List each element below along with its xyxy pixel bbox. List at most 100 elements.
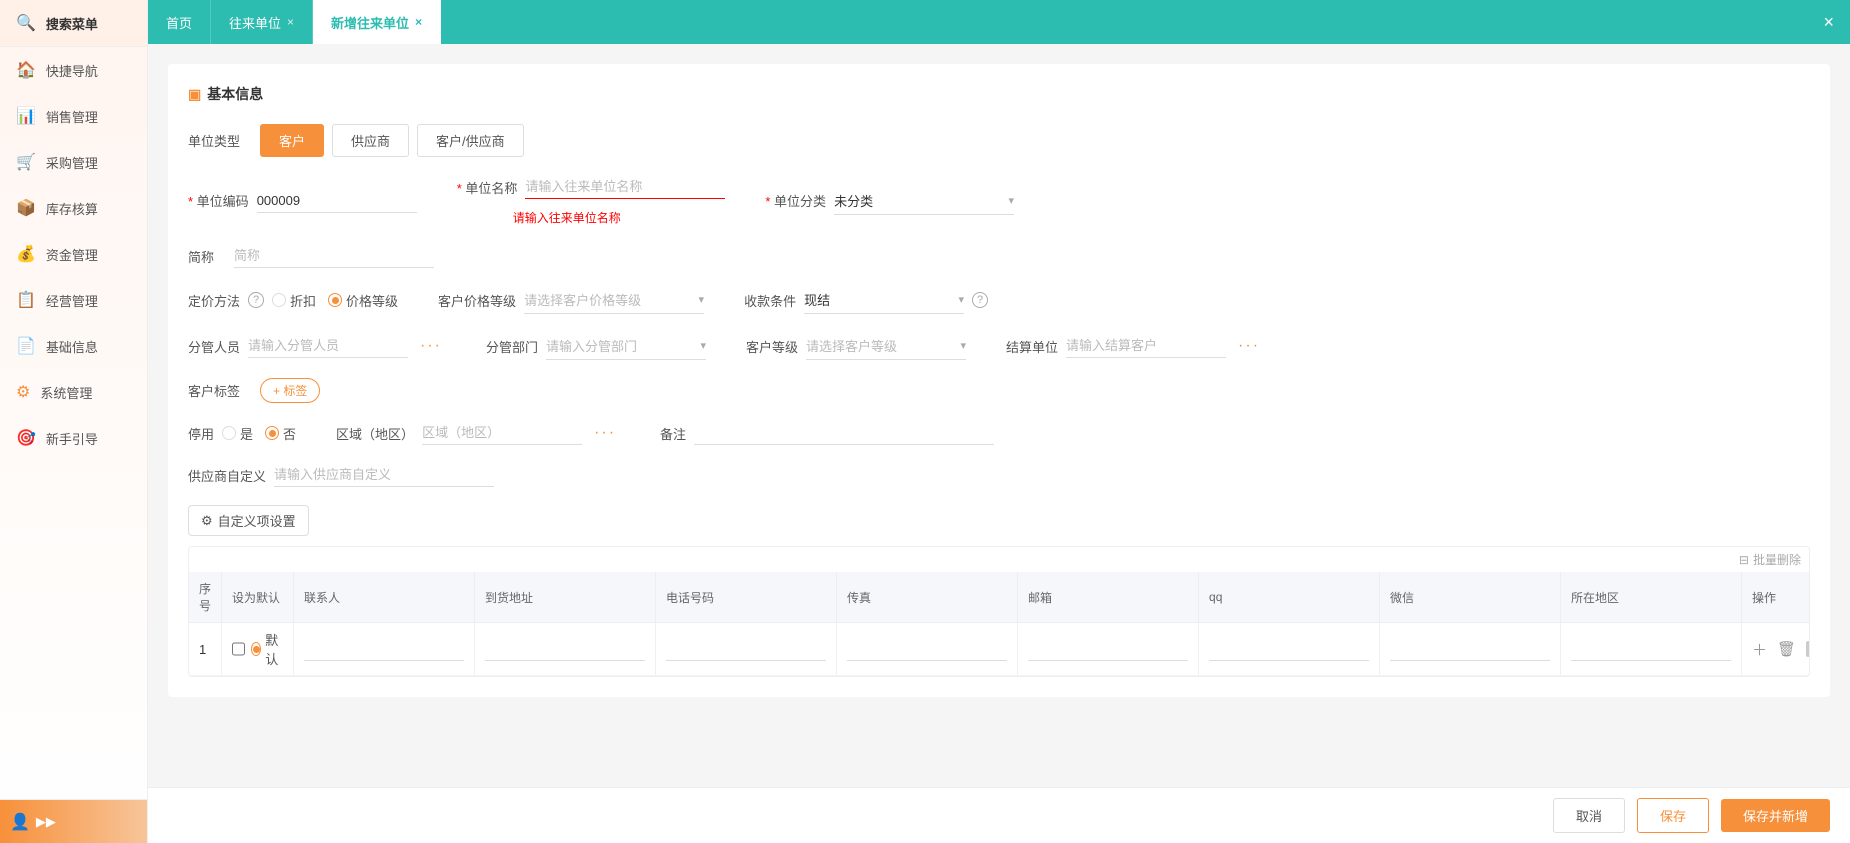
add-row-button[interactable]: ＋ <box>1752 639 1767 660</box>
region-input[interactable] <box>422 421 582 445</box>
tab-home[interactable]: 首页 <box>148 0 211 44</box>
td-fax <box>837 623 1018 676</box>
guide-icon: 🎯 <box>16 428 36 448</box>
pricing-row: 定价方法 ? 折扣 价格等级 客户价格等级 <box>188 286 1810 314</box>
radio-circle-discount <box>272 293 286 307</box>
add-tag-button[interactable]: + 标签 <box>260 378 320 403</box>
btn-both[interactable]: 客户/供应商 <box>417 124 524 157</box>
disabled-yes-radio[interactable]: 是 <box>222 424 253 443</box>
supplier-custom-input[interactable] <box>274 463 494 487</box>
unit-category-group: 单位分类 未分类 ▾ <box>765 187 1014 215</box>
sidebar-item-operation[interactable]: 📋 经营管理 <box>0 277 147 323</box>
pricing-discount-radio[interactable]: 折扣 <box>272 291 316 310</box>
sidebar-item-label: 采购管理 <box>46 153 98 172</box>
td-wechat <box>1380 623 1561 676</box>
sidebar-item-search[interactable]: 🔍 搜索菜单 <box>0 0 147 47</box>
table-row: 1 默认 <box>189 623 1810 676</box>
footer-bar: 取消 保存 保存并新增 <box>148 787 1850 843</box>
supplier-custom-row: 供应商自定义 <box>188 463 1810 487</box>
custom-settings-wrapper: ⚙ 自定义项设置 <box>188 505 1810 536</box>
payment-help-icon[interactable]: ? <box>972 292 988 308</box>
row-checkbox[interactable] <box>232 642 245 656</box>
disabled-radio-group: 是 否 <box>222 424 296 443</box>
inventory-icon: 📦 <box>16 198 36 218</box>
drag-handle[interactable] <box>1806 641 1810 657</box>
pricing-help-icon[interactable]: ? <box>248 292 264 308</box>
sidebar-item-label: 销售管理 <box>46 107 98 126</box>
tag-label: 客户标签 <box>188 381 240 400</box>
save-new-button[interactable]: 保存并新增 <box>1721 799 1830 832</box>
unit-category-select[interactable]: 未分类 ▾ <box>834 187 1014 215</box>
sidebar-item-system[interactable]: ⚙ 系统管理 <box>0 369 147 415</box>
note-input[interactable] <box>694 421 994 445</box>
save-button[interactable]: 保存 <box>1637 798 1709 833</box>
default-radio[interactable]: 默认 <box>251 630 283 668</box>
batch-delete-button[interactable]: ⊟ 批量删除 <box>1739 551 1801 568</box>
cancel-button[interactable]: 取消 <box>1553 798 1625 833</box>
unit-name-input[interactable] <box>525 175 725 199</box>
btn-supplier[interactable]: 供应商 <box>332 124 409 157</box>
unit-code-input[interactable] <box>257 189 417 213</box>
qq-input[interactable] <box>1209 637 1369 661</box>
disabled-no-radio[interactable]: 否 <box>265 424 296 443</box>
contact-table-wrapper: ⊟ 批量删除 序号 设为默认 联系人 到货地址 电话号码 传真 邮箱 <box>188 546 1810 677</box>
tab-add-unit[interactable]: 新增往来单位 × <box>313 0 441 44</box>
phone-input[interactable] <box>666 637 826 661</box>
pricing-grade-radio[interactable]: 价格等级 <box>328 291 398 310</box>
tab-add-unit-close[interactable]: × <box>415 15 422 29</box>
sidebar-item-label: 资金管理 <box>46 245 98 264</box>
delete-row-button[interactable]: 🗑 <box>1777 640 1796 658</box>
customer-price-select[interactable]: 请选择客户价格等级 ▾ <box>524 286 704 314</box>
disabled-label: 停用 <box>188 424 214 443</box>
sidebar-item-label: 基础信息 <box>46 337 98 356</box>
sidebar-item-label: 系统管理 <box>40 383 92 402</box>
sidebar-item-guide[interactable]: 🎯 新手引导 <box>0 415 147 461</box>
unit-name-group: 单位名称 请输入往来单位名称 <box>457 175 726 226</box>
fax-input[interactable] <box>847 637 1007 661</box>
sidebar-item-basic[interactable]: 📄 基础信息 <box>0 323 147 369</box>
tab-add-unit-label: 新增往来单位 <box>331 13 409 32</box>
email-input[interactable] <box>1028 637 1188 661</box>
short-name-input[interactable] <box>234 244 434 268</box>
sidebar-item-sales[interactable]: 📊 销售管理 <box>0 93 147 139</box>
batch-delete-icon: ⊟ <box>1739 553 1749 567</box>
td-contact <box>294 623 475 676</box>
btn-customer[interactable]: 客户 <box>260 124 324 157</box>
sidebar-item-finance[interactable]: 💰 资金管理 <box>0 231 147 277</box>
tab-unit-list[interactable]: 往来单位 × <box>211 0 313 44</box>
th-phone: 电话号码 <box>656 572 837 623</box>
wechat-input[interactable] <box>1390 637 1550 661</box>
region-more-icon[interactable]: ··· <box>590 424 620 442</box>
customer-level-select[interactable]: 请选择客户等级 ▾ <box>806 332 966 360</box>
settlement-more-icon[interactable]: ··· <box>1234 337 1264 355</box>
sidebar-item-label: 库存核算 <box>46 199 98 218</box>
sidebar-item-inventory[interactable]: 📦 库存核算 <box>0 185 147 231</box>
custom-settings-button[interactable]: ⚙ 自定义项设置 <box>188 505 309 536</box>
settlement-input[interactable] <box>1066 334 1226 358</box>
sidebar-item-label: 经营管理 <box>46 291 98 310</box>
tab-bar: 首页 往来单位 × 新增往来单位 × × <box>148 0 1850 44</box>
main-area: 首页 往来单位 × 新增往来单位 × × ▣ 基本信息 单位类型 客户 供应商 <box>148 0 1850 843</box>
row-region-input[interactable] <box>1571 637 1731 661</box>
unit-type-label: 单位类型 <box>188 131 240 150</box>
manager-more-icon[interactable]: ··· <box>416 337 446 355</box>
sales-icon: 📊 <box>16 106 36 126</box>
sidebar-item-purchase[interactable]: 🛒 采购管理 <box>0 139 147 185</box>
dept-select[interactable]: 请输入分管部门 ▾ <box>546 332 706 360</box>
section-title-text: 基本信息 <box>207 84 263 104</box>
tab-unit-list-close[interactable]: × <box>287 15 294 29</box>
disabled-row: 停用 是 否 区域（地区） <box>188 421 1810 445</box>
payment-terms-value: 现结 <box>804 290 954 309</box>
contact-input[interactable] <box>304 637 464 661</box>
page-content: ▣ 基本信息 单位类型 客户 供应商 客户/供应商 单位编码 <box>148 44 1850 787</box>
unit-name-label: 单位名称 <box>457 178 518 197</box>
sidebar-item-quick-nav[interactable]: 🏠 快捷导航 <box>0 47 147 93</box>
payment-terms-label: 收款条件 <box>744 291 796 310</box>
window-close-button[interactable]: × <box>1807 12 1850 33</box>
address-input[interactable] <box>485 637 645 661</box>
manager-input[interactable] <box>248 334 408 358</box>
batch-delete-label: 批量删除 <box>1753 551 1801 568</box>
unit-code-group: 单位编码 <box>188 189 417 213</box>
payment-terms-select[interactable]: 现结 ▾ <box>804 286 964 314</box>
search-icon: 🔍 <box>16 13 36 33</box>
